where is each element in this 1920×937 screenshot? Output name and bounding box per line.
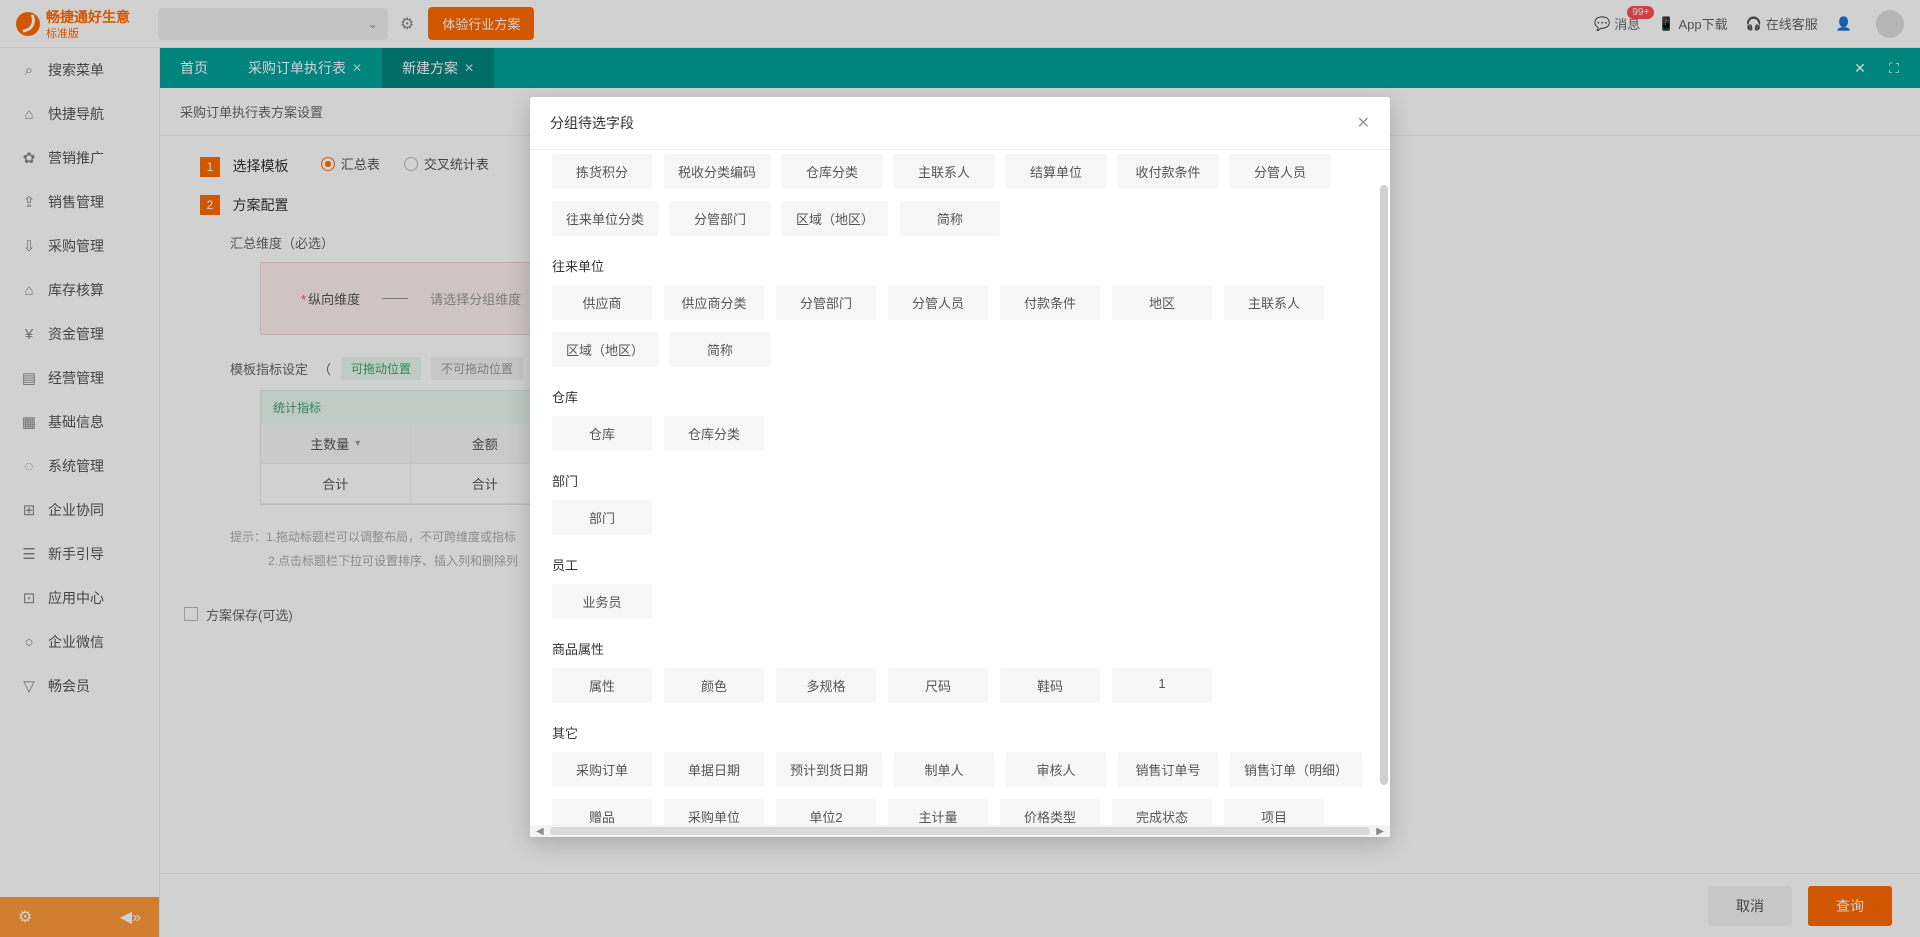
field-chip[interactable]: 拣货积分 [552,154,652,189]
field-chip[interactable]: 价格类型 [1000,799,1100,825]
field-chip[interactable]: 销售订单号 [1118,752,1218,787]
field-chip[interactable]: 制单人 [894,752,994,787]
close-icon[interactable]: ✕ [1357,113,1370,133]
field-chip[interactable]: 预计到货日期 [776,752,882,787]
group-title: 部门 [552,471,1368,490]
scroll-right-icon[interactable]: ▶ [1376,826,1384,837]
field-chip[interactable]: 业务员 [552,584,652,619]
group-title: 商品属性 [552,639,1368,658]
field-chip[interactable]: 分管人员 [888,285,988,320]
field-chip[interactable]: 结算单位 [1006,154,1106,189]
field-chip[interactable]: 单位2 [776,799,876,825]
field-chip[interactable]: 属性 [552,668,652,703]
field-chip[interactable]: 仓库分类 [664,416,764,451]
modal-title: 分组待选字段 [550,113,634,133]
field-chip[interactable]: 主联系人 [1224,285,1324,320]
field-chip[interactable]: 税收分类编码 [664,154,770,189]
field-chip[interactable]: 简称 [670,332,770,367]
field-chip[interactable]: 尺码 [888,668,988,703]
field-chip[interactable]: 完成状态 [1112,799,1212,825]
field-chip[interactable]: 仓库分类 [782,154,882,189]
field-chip[interactable]: 1 [1112,668,1212,703]
field-chip[interactable]: 简称 [900,201,1000,236]
field-chip[interactable]: 赠品 [552,799,652,825]
field-chip[interactable]: 付款条件 [1000,285,1100,320]
field-chip[interactable]: 供应商分类 [664,285,764,320]
group-title: 其它 [552,723,1368,742]
field-chip[interactable]: 仓库 [552,416,652,451]
field-chip[interactable]: 分管部门 [670,201,770,236]
field-chip[interactable]: 审核人 [1006,752,1106,787]
field-chip[interactable]: 收付款条件 [1118,154,1218,189]
field-chip[interactable]: 分管人员 [1230,154,1330,189]
group-title: 往来单位 [552,256,1368,275]
field-chip[interactable]: 销售订单（明细） [1230,752,1362,787]
field-chip[interactable]: 分管部门 [776,285,876,320]
field-chip[interactable]: 鞋码 [1000,668,1100,703]
modal-hscrollbar[interactable]: ◀ ▶ [530,825,1390,837]
field-chip[interactable]: 颜色 [664,668,764,703]
field-chip[interactable]: 主联系人 [894,154,994,189]
modal-vscrollbar[interactable] [1380,150,1388,823]
field-chip[interactable]: 供应商 [552,285,652,320]
field-chip[interactable]: 区域（地区） [782,201,888,236]
field-chip[interactable]: 主计量 [888,799,988,825]
group-field-modal: 分组待选字段 ✕ 拣货积分税收分类编码仓库分类主联系人结算单位收付款条件分管人员… [530,97,1390,837]
field-chip[interactable]: 区域（地区） [552,332,658,367]
field-chip[interactable]: 单据日期 [664,752,764,787]
field-chip[interactable]: 多规格 [776,668,876,703]
field-chip[interactable]: 部门 [552,500,652,535]
field-chip[interactable]: 地区 [1112,285,1212,320]
group-title: 员工 [552,555,1368,574]
field-chip[interactable]: 往来单位分类 [552,201,658,236]
field-chip[interactable]: 采购订单 [552,752,652,787]
field-chip[interactable]: 项目 [1224,799,1324,825]
scroll-left-icon[interactable]: ◀ [536,826,544,837]
group-title: 仓库 [552,387,1368,406]
field-chip[interactable]: 采购单位 [664,799,764,825]
